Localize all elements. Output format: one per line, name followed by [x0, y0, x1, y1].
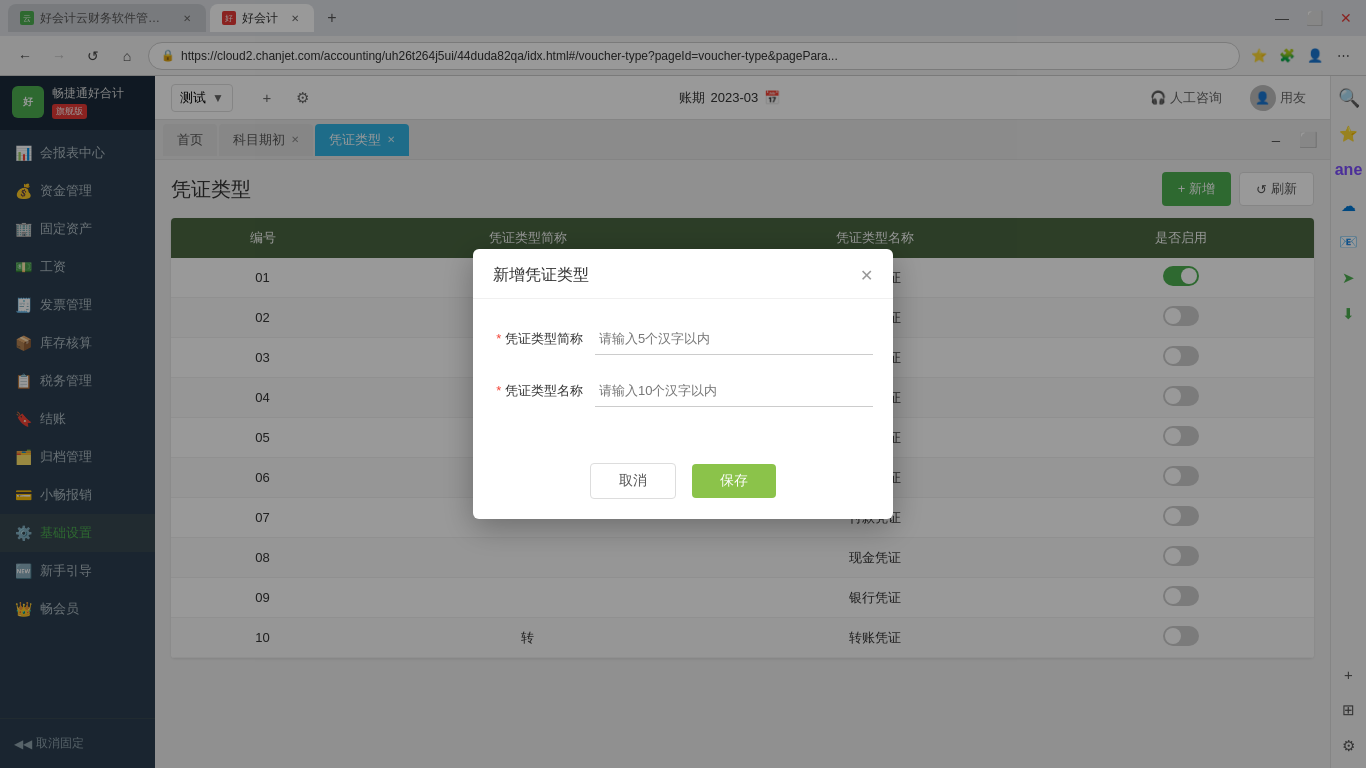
- modal-footer: 取消 保存: [473, 451, 893, 519]
- form-row-name: * 凭证类型名称: [493, 375, 873, 407]
- modal-title: 新增凭证类型: [493, 265, 589, 286]
- save-button[interactable]: 保存: [692, 464, 776, 498]
- modal-header: 新增凭证类型 ✕: [473, 249, 893, 299]
- modal-body: * 凭证类型简称 * 凭证类型名称: [473, 299, 893, 451]
- required-star-1: *: [496, 331, 505, 346]
- modal-overlay[interactable]: 新增凭证类型 ✕ * 凭证类型简称 * 凭证类型名称 取消 保存: [0, 0, 1366, 768]
- add-voucher-modal: 新增凭证类型 ✕ * 凭证类型简称 * 凭证类型名称 取消 保存: [473, 249, 893, 519]
- form-row-short: * 凭证类型简称: [493, 323, 873, 355]
- name-label: * 凭证类型名称: [493, 382, 583, 400]
- modal-close-icon[interactable]: ✕: [860, 266, 873, 285]
- required-star-2: *: [496, 383, 505, 398]
- short-input[interactable]: [595, 323, 873, 355]
- name-input[interactable]: [595, 375, 873, 407]
- cancel-button[interactable]: 取消: [590, 463, 676, 499]
- short-label: * 凭证类型简称: [493, 330, 583, 348]
